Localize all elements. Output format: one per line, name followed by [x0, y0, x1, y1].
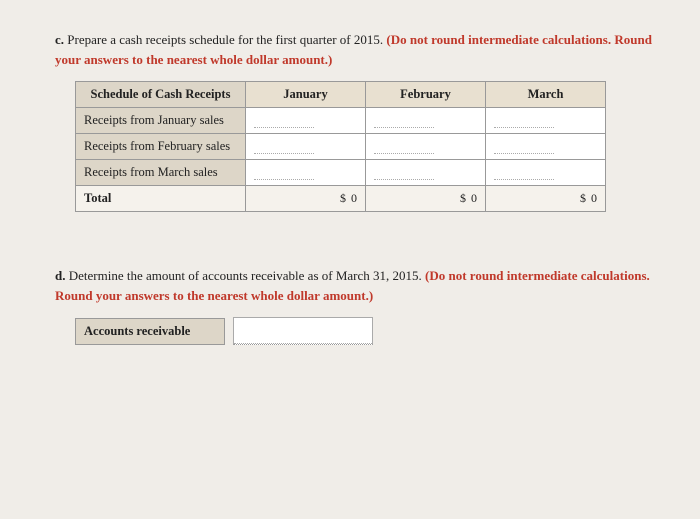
section-d-label: d.	[55, 268, 65, 283]
cell-feb-mar[interactable]	[486, 134, 606, 160]
input-mar-feb[interactable]	[374, 165, 434, 180]
section-c: c. Prepare a cash receipts schedule for …	[55, 30, 655, 212]
accounts-receivable-row: Accounts receivable	[75, 317, 655, 345]
input-feb-mar[interactable]	[494, 139, 554, 154]
input-feb-feb[interactable]	[374, 139, 434, 154]
row-label-total: Total	[76, 186, 246, 212]
cash-receipts-table: Schedule of Cash Receipts January Februa…	[75, 81, 606, 212]
input-jan-mar[interactable]	[494, 113, 554, 128]
table-row-march-sales: Receipts from March sales	[76, 160, 606, 186]
table-header-february: February	[366, 82, 486, 108]
input-mar-mar[interactable]	[494, 165, 554, 180]
row-label-january-sales: Receipts from January sales	[76, 108, 246, 134]
row-label-march-sales: Receipts from March sales	[76, 160, 246, 186]
cell-feb-jan[interactable]	[246, 134, 366, 160]
section-c-normal-text: Prepare a cash receipts schedule for the…	[67, 32, 386, 47]
table-header-label: Schedule of Cash Receipts	[76, 82, 246, 108]
total-cell-feb: $ 0	[366, 186, 486, 212]
section-d: d. Determine the amount of accounts rece…	[55, 266, 655, 345]
row-label-february-sales: Receipts from February sales	[76, 134, 246, 160]
table-row-february-sales: Receipts from February sales	[76, 134, 606, 160]
dollar-feb: $	[460, 191, 468, 205]
input-jan-jan[interactable]	[254, 113, 314, 128]
section-c-label: c.	[55, 32, 64, 47]
cash-receipts-table-wrapper: Schedule of Cash Receipts January Februa…	[75, 81, 655, 212]
accounts-receivable-label: Accounts receivable	[75, 318, 225, 345]
input-mar-jan[interactable]	[254, 165, 314, 180]
section-d-text: d. Determine the amount of accounts rece…	[55, 266, 655, 305]
total-mar-value: 0	[591, 191, 597, 205]
cell-mar-jan[interactable]	[246, 160, 366, 186]
accounts-receivable-input[interactable]	[234, 318, 372, 344]
cell-mar-mar[interactable]	[486, 160, 606, 186]
table-row-total: Total $ 0 $ 0 $ 0	[76, 186, 606, 212]
cell-mar-feb[interactable]	[366, 160, 486, 186]
total-feb-value: 0	[471, 191, 477, 205]
accounts-receivable-input-container[interactable]	[233, 317, 373, 345]
dollar-mar: $	[580, 191, 588, 205]
cell-feb-feb[interactable]	[366, 134, 486, 160]
table-header-january: January	[246, 82, 366, 108]
dollar-jan: $	[340, 191, 348, 205]
input-jan-feb[interactable]	[374, 113, 434, 128]
section-c-text: c. Prepare a cash receipts schedule for …	[55, 30, 655, 69]
table-row-january-sales: Receipts from January sales	[76, 108, 606, 134]
total-cell-jan: $ 0	[246, 186, 366, 212]
cell-jan-mar[interactable]	[486, 108, 606, 134]
cell-jan-feb[interactable]	[366, 108, 486, 134]
section-d-normal-text: Determine the amount of accounts receiva…	[69, 268, 425, 283]
cell-jan-jan[interactable]	[246, 108, 366, 134]
total-jan-value: 0	[351, 191, 357, 205]
table-header-march: March	[486, 82, 606, 108]
input-feb-jan[interactable]	[254, 139, 314, 154]
total-cell-mar: $ 0	[486, 186, 606, 212]
